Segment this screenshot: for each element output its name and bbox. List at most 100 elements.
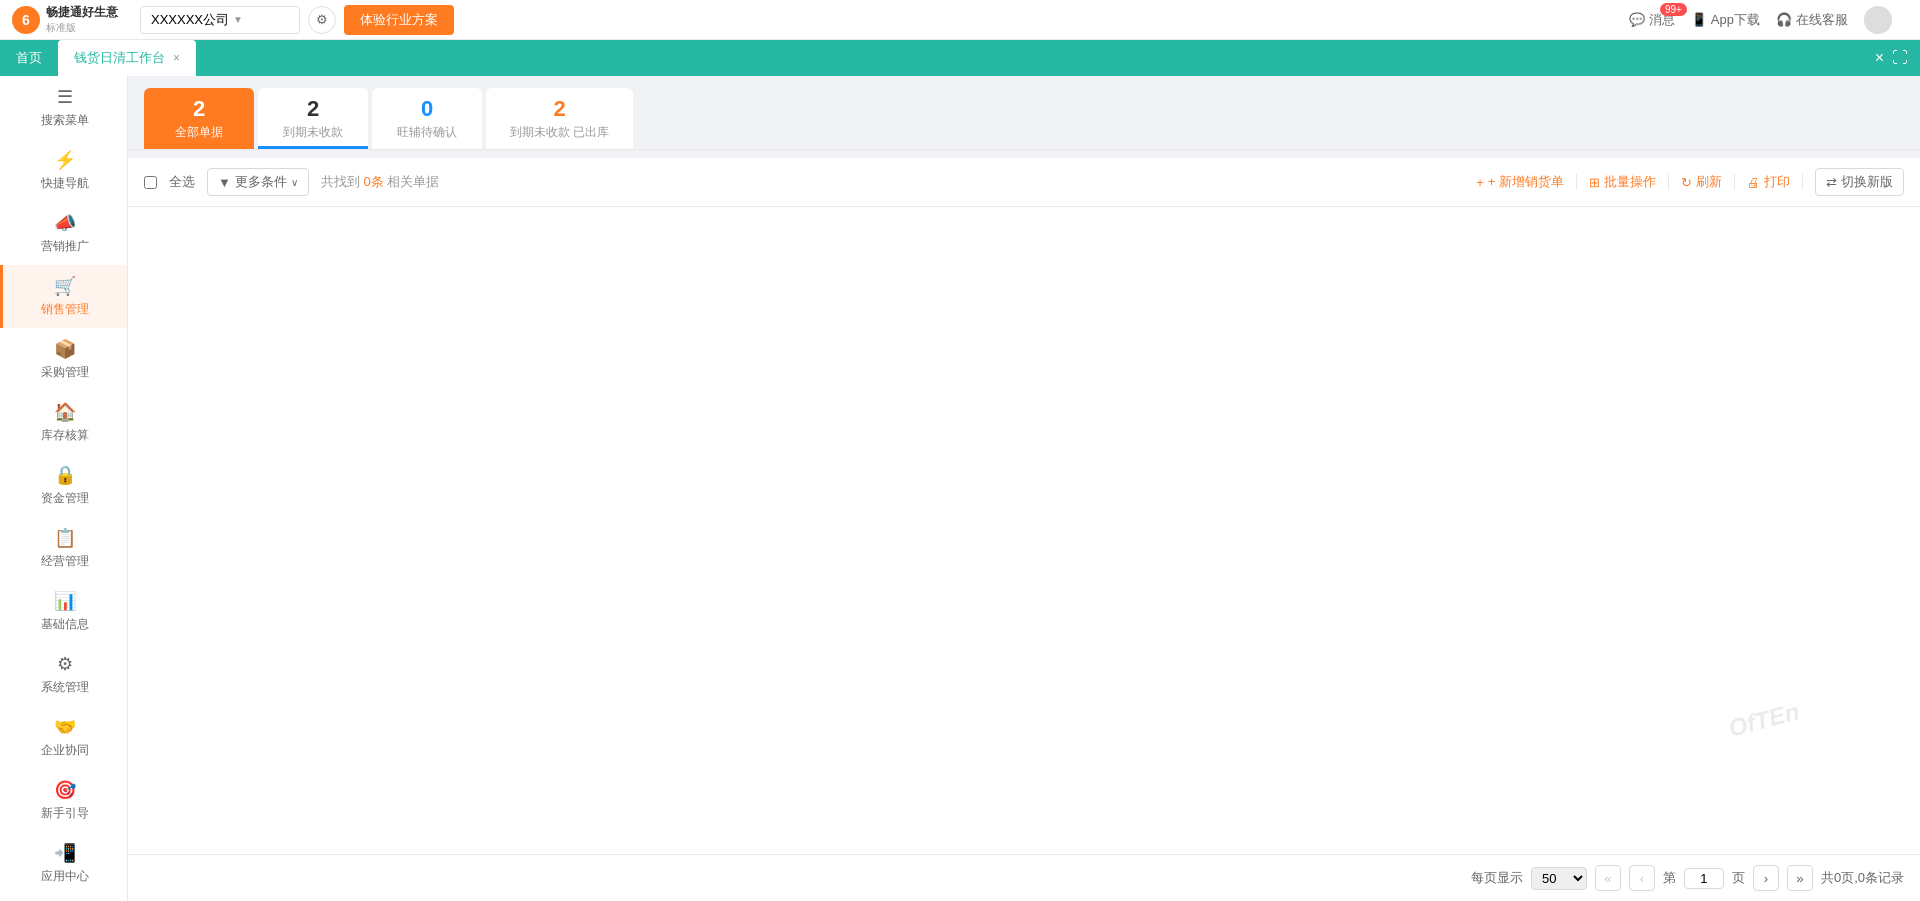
sidebar: ☰ 搜索菜单 ⚡ 快捷导航 📣 营销推广 🛒 销售管理 📦 采购管理 🏠 库存核… — [0, 76, 128, 901]
app-center-icon: 📲 — [54, 842, 76, 864]
quick-nav-icon: ⚡ — [54, 149, 76, 171]
logo-icon: 6 — [12, 6, 40, 34]
finance-icon: 🔒 — [54, 464, 76, 486]
system-icon: ⚙ — [57, 653, 73, 675]
sidebar-item-search-menu[interactable]: ☰ 搜索菜单 — [0, 76, 127, 139]
sidebar-item-basic-info[interactable]: 📊 基础信息 — [0, 580, 127, 643]
sidebar-item-operations[interactable]: 📋 经营管理 — [0, 517, 127, 580]
prev-page-button[interactable]: ‹ — [1629, 865, 1655, 891]
cashflow-tab-label: 钱货日清工作台 — [74, 49, 165, 67]
sidebar-item-quick-nav[interactable]: ⚡ 快捷导航 — [0, 139, 127, 202]
pending-label: 旺辅待确认 — [397, 124, 457, 141]
sales-icon: 🛒 — [54, 275, 76, 297]
window-expand-button[interactable]: ⛶ — [1892, 49, 1908, 67]
found-count: 0条 — [364, 174, 384, 189]
refresh-icon: ↻ — [1681, 175, 1692, 190]
sidebar-item-marketing[interactable]: 📣 营销推广 — [0, 202, 127, 265]
page-input[interactable] — [1684, 868, 1724, 889]
tab-cashflow[interactable]: 钱货日清工作台 × — [58, 40, 196, 76]
switch-version-button[interactable]: ⇄ 切换新版 — [1815, 168, 1904, 196]
page-text-2: 页 — [1732, 869, 1745, 887]
message-button[interactable]: 💬 消息 99+ — [1629, 11, 1675, 29]
tab-bar: 首页 钱货日清工作台 × × ⛶ — [0, 40, 1920, 76]
page-size-select[interactable]: 50 100 200 — [1531, 867, 1587, 890]
stat-tab-overdue-shipped[interactable]: 2 到期未收款 已出库 — [486, 88, 633, 149]
refresh-label: 刷新 — [1696, 173, 1722, 191]
logo-text: 畅捷通好生意 — [46, 4, 118, 21]
online-service-label: 在线客服 — [1796, 11, 1848, 29]
logo-text-area: 畅捷通好生意 标准版 — [46, 4, 118, 35]
select-all-label: 全选 — [169, 173, 195, 191]
sidebar-label-purchase: 采购管理 — [41, 364, 89, 381]
online-service-button[interactable]: 🎧 在线客服 — [1776, 11, 1848, 29]
overdue-number: 2 — [307, 96, 319, 122]
add-order-button[interactable]: + + 新增销货单 — [1476, 173, 1564, 191]
app-download-label: App下载 — [1711, 11, 1760, 29]
print-label: 打印 — [1764, 173, 1790, 191]
overdue-shipped-label: 到期未收款 已出库 — [510, 124, 609, 141]
sidebar-item-purchase[interactable]: 📦 采购管理 — [0, 328, 127, 391]
sidebar-item-app-center[interactable]: 📲 应用中心 — [0, 832, 127, 895]
sidebar-label-quick-nav: 快捷导航 — [41, 175, 89, 192]
sidebar-item-inventory[interactable]: 🏠 库存核算 — [0, 391, 127, 454]
sidebar-label-marketing: 营销推广 — [41, 238, 89, 255]
sidebar-label-search-menu: 搜索菜单 — [41, 112, 89, 129]
divider-3 — [1734, 174, 1735, 190]
found-text: 共找到 0条 相关单据 — [321, 173, 439, 191]
toolbar-right: + + 新增销货单 ⊞ 批量操作 ↻ 刷新 🖨 打印 — [1476, 168, 1904, 196]
divider-2 — [1668, 174, 1669, 190]
app-download-button[interactable]: 📱 App下载 — [1691, 11, 1760, 29]
tab-home[interactable]: 首页 — [0, 40, 58, 76]
first-page-button[interactable]: « — [1595, 865, 1621, 891]
table-area: OfTEn — [128, 207, 1920, 854]
overdue-label: 到期未收款 — [283, 124, 343, 141]
refresh-button[interactable]: ↻ 刷新 — [1681, 173, 1722, 191]
gear-icon: ⚙ — [316, 12, 328, 27]
last-page-icon: » — [1796, 871, 1803, 886]
tab-bar-actions: × ⛶ — [1875, 49, 1920, 67]
basic-info-icon: 📊 — [54, 590, 76, 612]
found-prefix: 共找到 — [321, 174, 360, 189]
last-page-button[interactable]: » — [1787, 865, 1813, 891]
company-name: XXXXXX公司 — [151, 11, 229, 29]
marketing-icon: 📣 — [54, 212, 76, 234]
dropdown-arrow-icon: ▼ — [233, 14, 243, 25]
filter-chevron-icon: ∨ — [291, 177, 298, 188]
sidebar-item-finance[interactable]: 🔒 资金管理 — [0, 454, 127, 517]
avatar[interactable] — [1864, 6, 1892, 34]
sidebar-item-guide[interactable]: 🎯 新手引导 — [0, 769, 127, 832]
enterprise-icon: 🤝 — [54, 716, 76, 738]
all-orders-label: 全部单据 — [175, 124, 223, 141]
company-selector[interactable]: XXXXXX公司 ▼ — [140, 6, 300, 34]
print-button[interactable]: 🖨 打印 — [1747, 173, 1790, 191]
sidebar-label-sales: 销售管理 — [41, 301, 89, 318]
sidebar-label-guide: 新手引导 — [41, 805, 89, 822]
sidebar-item-sales[interactable]: 🛒 销售管理 — [0, 265, 127, 328]
search-menu-icon: ☰ — [57, 86, 73, 108]
home-tab-label: 首页 — [16, 49, 42, 67]
next-page-button[interactable]: › — [1753, 865, 1779, 891]
sidebar-item-enterprise[interactable]: 🤝 企业协同 — [0, 706, 127, 769]
headset-icon: 🎧 — [1776, 12, 1792, 27]
filter-label: 更多条件 — [235, 173, 287, 191]
logo-badge: 标准版 — [46, 21, 118, 35]
select-all-checkbox[interactable] — [144, 176, 157, 189]
stat-tab-all[interactable]: 2 全部单据 — [144, 88, 254, 149]
sidebar-label-enterprise: 企业协同 — [41, 742, 89, 759]
toolbar: 全选 ▼ 更多条件 ∨ 共找到 0条 相关单据 + + 新增销货单 ⊞ 批量操作 — [128, 158, 1920, 207]
settings-button[interactable]: ⚙ — [308, 6, 336, 34]
sidebar-item-system[interactable]: ⚙ 系统管理 — [0, 643, 127, 706]
divider-1 — [1576, 174, 1577, 190]
overdue-shipped-number: 2 — [554, 96, 566, 122]
divider-4 — [1802, 174, 1803, 190]
trial-button[interactable]: 体验行业方案 — [344, 5, 454, 35]
stat-tab-overdue[interactable]: 2 到期未收款 — [258, 88, 368, 149]
stat-tab-pending[interactable]: 0 旺辅待确认 — [372, 88, 482, 149]
tab-close-icon[interactable]: × — [173, 51, 180, 65]
sidebar-item-wecom[interactable]: 💬 企业微信 — [0, 895, 127, 901]
batch-button[interactable]: ⊞ 批量操作 — [1589, 173, 1656, 191]
window-close-button[interactable]: × — [1875, 49, 1884, 67]
stats-tabs: 2 全部单据 2 到期未收款 0 旺辅待确认 2 到期未收款 已出库 — [128, 76, 1920, 150]
purchase-icon: 📦 — [54, 338, 76, 360]
filter-button[interactable]: ▼ 更多条件 ∨ — [207, 168, 309, 196]
